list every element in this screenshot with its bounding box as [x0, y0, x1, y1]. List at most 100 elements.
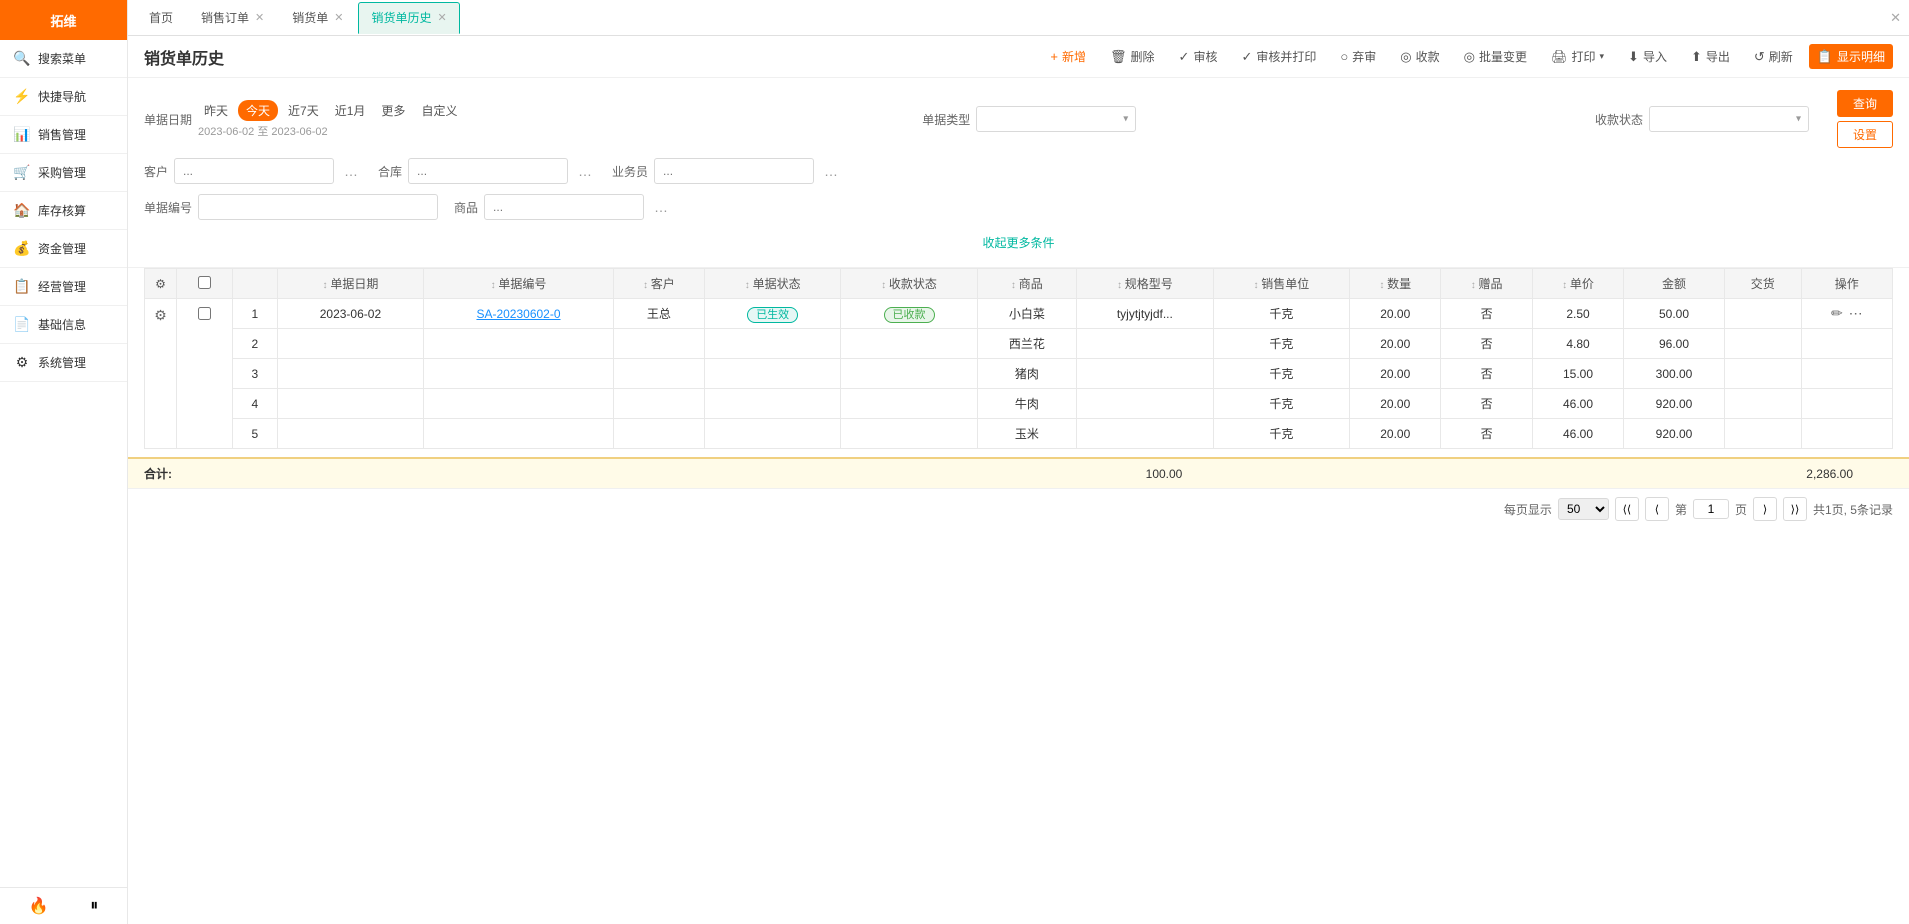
row-product: 猪肉 [977, 359, 1076, 389]
sidebar-item-label: 经营管理 [38, 278, 86, 295]
import-icon: ⬇ [1628, 49, 1639, 65]
sidebar-item-quick-nav[interactable]: ⚡ 快捷导航 [0, 78, 127, 116]
row-unit: 千克 [1213, 419, 1349, 449]
query-button[interactable]: 查询 [1837, 90, 1893, 117]
customer-picker-button[interactable]: … [340, 163, 362, 179]
edit-button[interactable]: ✏ [1831, 305, 1843, 322]
date-tab-7days[interactable]: 近7天 [282, 100, 325, 121]
sidebar-item-system[interactable]: ⚙ 系统管理 [0, 344, 127, 382]
audit-print-button[interactable]: ✓ 审核并打印 [1233, 44, 1324, 69]
gear-icon[interactable]: ⚙ [155, 277, 166, 291]
product-picker-button[interactable]: … [650, 199, 672, 215]
delete-button[interactable]: 🗑 删除 [1102, 44, 1163, 69]
doc-status-col-header[interactable]: 单据状态 [705, 269, 841, 299]
gift-col-header[interactable]: 赠品 [1441, 269, 1532, 299]
customer-col-header[interactable]: 客户 [613, 269, 704, 299]
table-scroll[interactable]: ⚙ 单据日期 单据编号 客户 单据状态 收款状态 商品 [144, 268, 1893, 449]
per-page-select[interactable]: 50 100 [1558, 498, 1609, 520]
total-qty: 100.00 [864, 467, 1464, 481]
row-pay-status [841, 359, 977, 389]
first-page-button[interactable]: ⟨⟨ [1615, 497, 1639, 521]
more-button[interactable]: ⋯ [1849, 305, 1863, 322]
sidebar-item-inventory[interactable]: 🏠 库存核算 [0, 192, 127, 230]
checkbox-col-header [177, 269, 233, 299]
table-body: ⚙ 1 2023-06-02 SA-20230602-0 王总 已生效 已收款 … [145, 299, 1893, 449]
tab-close-sales-history[interactable]: ✕ [438, 11, 447, 24]
collapse-button[interactable]: 收起更多条件 [974, 230, 1062, 255]
last-page-button[interactable]: ⟩⟩ [1783, 497, 1807, 521]
tab-sales-delivery[interactable]: 销货单 ✕ [279, 2, 356, 34]
row-gear-button[interactable]: ⚙ [154, 307, 167, 324]
tab-sales-history[interactable]: 销货单历史 ✕ [358, 2, 459, 34]
filter-area: 单据日期 昨天 今天 近7天 近1月 更多 自定义 2023-06-02 至 2… [128, 78, 1909, 268]
page-suffix: 页 [1735, 501, 1747, 518]
page-input[interactable] [1693, 499, 1729, 519]
select-all-checkbox[interactable] [198, 276, 211, 289]
filter-date-item: 单据日期 昨天 今天 近7天 近1月 更多 自定义 2023-06-02 至 2… [144, 100, 463, 139]
doc-date-col-header[interactable]: 单据日期 [277, 269, 424, 299]
spec-col-header[interactable]: 规格型号 [1076, 269, 1213, 299]
batch-change-button[interactable]: ◎ 批量变更 [1456, 44, 1535, 69]
collect-button[interactable]: ◎ 收款 [1392, 44, 1447, 69]
prev-page-button[interactable]: ⟨ [1645, 497, 1669, 521]
date-tab-yesterday[interactable]: 昨天 [198, 100, 234, 121]
date-tab-today[interactable]: 今天 [238, 100, 278, 121]
pause-icon[interactable]: ⏸ [90, 897, 98, 915]
doc-number-link[interactable]: SA-20230602-0 [476, 307, 560, 321]
doc-type-select[interactable] [976, 106, 1136, 132]
tab-close-sales-order[interactable]: ✕ [255, 11, 264, 24]
pay-status-col-header[interactable]: 收款状态 [841, 269, 977, 299]
pay-status-select[interactable] [1649, 106, 1809, 132]
row-qty: 20.00 [1350, 359, 1441, 389]
export-button[interactable]: ⬆ 导出 [1683, 44, 1738, 69]
import-button[interactable]: ⬇ 导入 [1620, 44, 1675, 69]
fire-icon[interactable]: 🔥 [29, 896, 49, 916]
sidebar-item-sales-mgmt[interactable]: 📊 销售管理 [0, 116, 127, 154]
sidebar-item-finance[interactable]: 💰 资金管理 [0, 230, 127, 268]
row-doc-status [705, 419, 841, 449]
tab-sales-order[interactable]: 销售订单 ✕ [188, 2, 277, 34]
date-tab-more[interactable]: 更多 [375, 100, 411, 121]
refresh-button[interactable]: ↺ 刷新 [1746, 44, 1801, 69]
row-doc-number [424, 329, 613, 359]
filter-row-1: 单据日期 昨天 今天 近7天 近1月 更多 自定义 2023-06-02 至 2… [144, 90, 1893, 148]
date-group: 昨天 今天 近7天 近1月 更多 自定义 2023-06-02 至 2023-0… [198, 100, 463, 139]
date-tab-custom[interactable]: 自定义 [415, 100, 463, 121]
sidebar-item-purchase-mgmt[interactable]: 🛒 采购管理 [0, 154, 127, 192]
staff-input[interactable] [654, 158, 814, 184]
audit-button[interactable]: ✓ 审核 [1171, 44, 1226, 69]
product-col-header[interactable]: 商品 [977, 269, 1076, 299]
tab-close-sales-delivery[interactable]: ✕ [334, 11, 343, 24]
tab-home[interactable]: 首页 [136, 2, 186, 34]
row-qty: 20.00 [1350, 419, 1441, 449]
sidebar-item-operations[interactable]: 📋 经营管理 [0, 268, 127, 306]
show-detail-button[interactable]: 📋 显示明细 [1809, 44, 1893, 69]
row-qty: 20.00 [1350, 329, 1441, 359]
warehouse-picker-button[interactable]: … [574, 163, 596, 179]
unit-col-header[interactable]: 销售单位 [1213, 269, 1349, 299]
warehouse-input[interactable] [408, 158, 568, 184]
sidebar-item-search-menu[interactable]: 🔍 搜索菜单 [0, 40, 127, 78]
staff-picker-button[interactable]: … [820, 163, 842, 179]
row-amount: 920.00 [1624, 419, 1725, 449]
settings-button[interactable]: 设置 [1837, 121, 1893, 148]
print-button[interactable]: 🖨 打印 ▾ [1543, 44, 1612, 69]
table-area: ⚙ 单据日期 单据编号 客户 单据状态 收款状态 商品 [128, 268, 1909, 457]
unit-price-col-header[interactable]: 单价 [1532, 269, 1623, 299]
close-all-tabs-button[interactable]: ✕ [1890, 10, 1901, 26]
abandon-button[interactable]: ○ 弃审 [1332, 44, 1384, 69]
doc-number-col-header[interactable]: 单据编号 [424, 269, 613, 299]
next-page-button[interactable]: ⟩ [1753, 497, 1777, 521]
product-input[interactable] [484, 194, 644, 220]
sidebar-item-basic-info[interactable]: 📄 基础信息 [0, 306, 127, 344]
data-table: ⚙ 单据日期 单据编号 客户 单据状态 收款状态 商品 [144, 268, 1893, 449]
row-doc-number [424, 359, 613, 389]
table-row: 4 牛肉 千克 20.00 否 46.00 920.00 [145, 389, 1893, 419]
table-row: 3 猪肉 千克 20.00 否 15.00 300.00 [145, 359, 1893, 389]
date-tab-1month[interactable]: 近1月 [329, 100, 372, 121]
add-button[interactable]: + 新增 [1042, 44, 1094, 69]
customer-input[interactable] [174, 158, 334, 184]
qty-col-header[interactable]: 数量 [1350, 269, 1441, 299]
row-checkbox[interactable] [198, 307, 211, 320]
doc-number-input[interactable] [198, 194, 438, 220]
